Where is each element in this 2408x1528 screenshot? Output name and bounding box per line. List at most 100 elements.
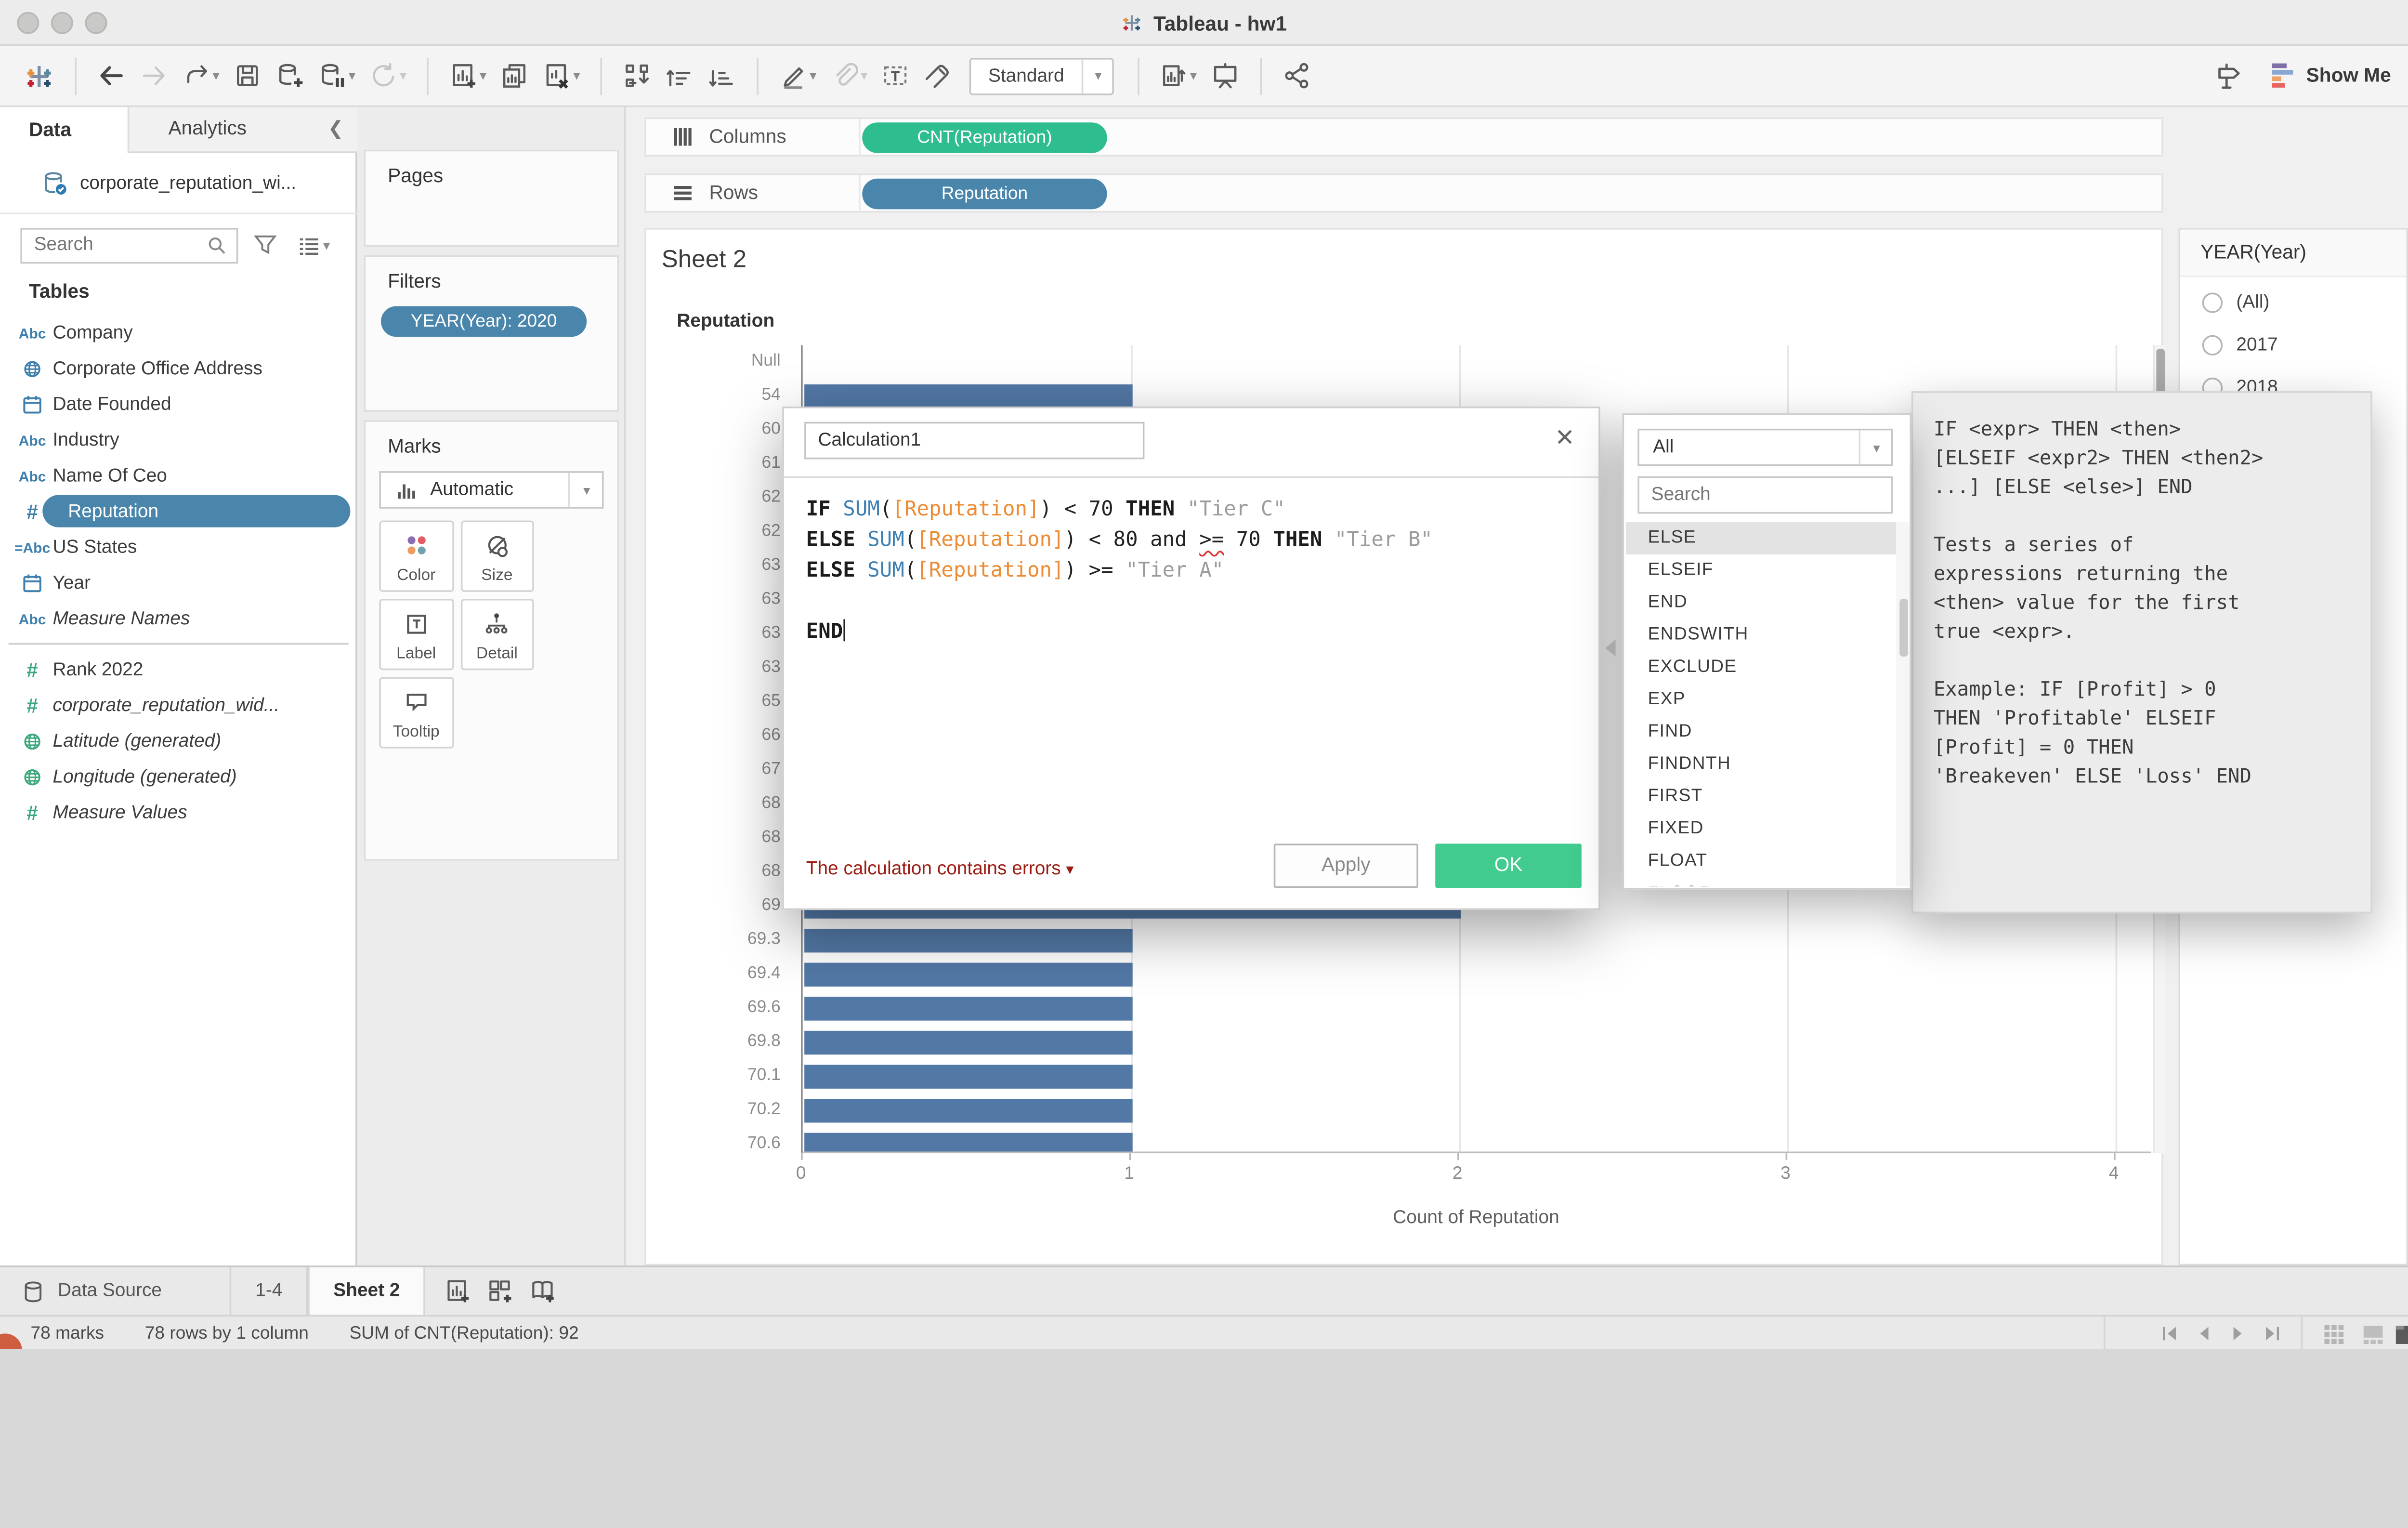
year-option-2017[interactable]: 2017 <box>2202 328 2407 362</box>
tab-data-source[interactable]: Data Source <box>0 1267 232 1315</box>
share-button[interactable] <box>1275 53 1318 98</box>
function-item-else[interactable]: ELSE <box>1625 522 1908 555</box>
pause-updates-button[interactable]: ▾ <box>311 53 362 98</box>
ok-button[interactable]: OK <box>1435 843 1582 888</box>
calculation-name-input[interactable] <box>804 422 1145 460</box>
function-search-input[interactable] <box>1637 476 1893 514</box>
radio-icon[interactable] <box>2202 292 2223 313</box>
fix-axes-button[interactable] <box>917 53 959 98</box>
function-item-elseif[interactable]: ELSEIF <box>1626 554 1908 587</box>
clear-sheet-button[interactable]: ▾ <box>536 53 587 98</box>
show-mark-labels-button[interactable]: T <box>874 53 916 98</box>
function-item-first[interactable]: FIRST <box>1626 781 1908 813</box>
function-scrollbar-thumb[interactable] <box>1898 598 1908 657</box>
bar-70.1[interactable] <box>804 1065 1133 1089</box>
field-item-measure-names[interactable]: Abc Measure Names <box>0 600 357 636</box>
fit-button[interactable]: ▾ <box>1152 53 1204 98</box>
highlight-button[interactable]: ▾ <box>772 53 823 98</box>
filters-card[interactable]: Filters YEAR(Year): 2020 <box>364 255 619 412</box>
view-size-dropdown[interactable]: Standard ▾ <box>969 57 1114 94</box>
sort-ascending-button[interactable] <box>658 53 701 98</box>
add-data-button[interactable] <box>269 53 311 98</box>
sheet-sorter-view-button[interactable] <box>2321 1321 2347 1346</box>
bar-69.6[interactable] <box>804 997 1133 1021</box>
function-category-dropdown[interactable]: All ▾ <box>1637 428 1893 466</box>
function-item-end[interactable]: END <box>1626 587 1908 619</box>
function-item-floor[interactable]: FLOOR <box>1626 878 1908 886</box>
field-search[interactable] <box>20 227 238 263</box>
field-item-corporate-office-address[interactable]: Corporate Office Address <box>0 350 357 386</box>
nav-next-button[interactable] <box>2226 1322 2250 1345</box>
formula-editor[interactable]: IF SUM([Reputation]) < 70 THEN "Tier C" E… <box>806 493 1582 646</box>
columns-pill-cnt-reputation[interactable]: CNT(Reputation) <box>862 121 1107 153</box>
marks-label-button[interactable]: Label <box>379 598 454 671</box>
marks-size-button[interactable]: Size <box>460 520 534 592</box>
field-item-us-states[interactable]: =Abc US States <box>0 529 357 565</box>
new-worksheet-tab-button[interactable] <box>444 1278 471 1304</box>
field-item-latitude-generated[interactable]: Latitude (generated) <box>0 723 357 759</box>
bar-69.3[interactable] <box>804 928 1133 953</box>
redo-button[interactable]: ▾ <box>175 53 226 98</box>
bar-69.4[interactable] <box>804 962 1133 987</box>
field-item-date-founded[interactable]: Date Founded <box>0 386 357 422</box>
forward-button[interactable] <box>132 53 175 98</box>
search-input[interactable] <box>22 235 204 255</box>
field-item-company[interactable]: Abc Company <box>0 315 357 350</box>
collapse-pane-icon[interactable]: ❮ <box>328 118 344 139</box>
filter-pill-year[interactable]: YEAR(Year): 2020 <box>380 306 587 337</box>
sort-descending-button[interactable] <box>701 53 743 98</box>
tab-data[interactable]: Data <box>0 107 128 153</box>
field-item-name-of-ceo[interactable]: Abc Name Of Ceo <box>0 458 357 493</box>
new-worksheet-button[interactable]: ▾ <box>442 53 493 98</box>
rows-shelf[interactable]: Rows Reputation <box>644 173 2163 213</box>
back-button[interactable] <box>90 53 132 98</box>
datasource-item[interactable]: corporate_reputation_wi... <box>0 153 357 214</box>
marks-color-button[interactable]: Color <box>379 520 454 592</box>
collapse-functions-icon[interactable] <box>1605 639 1616 657</box>
field-item-year[interactable]: Year <box>0 565 357 600</box>
field-item-corporate-reputation-wid[interactable]: # corporate_reputation_wid... <box>0 687 357 723</box>
run-updates-button[interactable]: ▾ <box>362 53 413 98</box>
format-button[interactable]: ▾ <box>823 53 874 98</box>
apply-button[interactable]: Apply <box>1273 843 1418 888</box>
save-button[interactable] <box>226 53 269 98</box>
swap-rows-columns-button[interactable] <box>616 53 658 98</box>
function-item-fixed[interactable]: FIXED <box>1626 813 1908 845</box>
presentation-mode-button[interactable] <box>1204 53 1246 98</box>
tooltip-mode-button[interactable] <box>2208 53 2252 98</box>
close-dialog-icon[interactable]: ✕ <box>1555 425 1574 449</box>
function-item-endswith[interactable]: ENDSWITH <box>1626 619 1908 651</box>
function-item-find[interactable]: FIND <box>1626 716 1908 749</box>
nav-first-button[interactable] <box>2158 1322 2182 1345</box>
tab-analytics[interactable]: Analytics <box>127 107 357 153</box>
function-item-findnth[interactable]: FINDNTH <box>1626 749 1908 781</box>
nav-last-button[interactable] <box>2260 1322 2284 1345</box>
rows-pill-reputation[interactable]: Reputation <box>862 177 1107 209</box>
year-option-all[interactable]: (All) <box>2202 286 2407 320</box>
function-list-scrollbar[interactable] <box>1896 522 1910 886</box>
view-as-list-icon[interactable]: ▾ <box>296 232 330 258</box>
new-dashboard-tab-button[interactable] <box>487 1278 514 1304</box>
filmstrip-view-button[interactable] <box>2360 1321 2386 1346</box>
tab-1-4[interactable]: 1-4 <box>232 1267 308 1315</box>
pages-card[interactable]: Pages <box>364 149 619 247</box>
field-item-reputation[interactable]: # Reputation <box>0 493 357 529</box>
marks-tooltip-button[interactable]: Tooltip <box>379 677 454 749</box>
function-item-exclude[interactable]: EXCLUDE <box>1626 651 1908 684</box>
function-item-float[interactable]: FLOAT <box>1626 845 1908 878</box>
field-item-longitude-generated[interactable]: Longitude (generated) <box>0 759 357 794</box>
bar-69.8[interactable] <box>804 1030 1133 1055</box>
bar-70.2[interactable] <box>804 1099 1133 1123</box>
marks-detail-button[interactable]: Detail <box>460 598 534 671</box>
columns-shelf[interactable]: Columns CNT(Reputation) <box>644 117 2163 157</box>
nav-prev-button[interactable] <box>2192 1322 2216 1345</box>
field-item-rank-2022[interactable]: # Rank 2022 <box>0 651 357 687</box>
duplicate-button[interactable] <box>493 53 536 98</box>
mark-type-dropdown[interactable]: Automatic ▾ <box>379 471 604 509</box>
bar-54[interactable] <box>804 384 1133 408</box>
field-item-industry[interactable]: Abc Industry <box>0 422 357 458</box>
show-me-button[interactable]: Show Me <box>2269 61 2391 90</box>
field-item-measure-values[interactable]: # Measure Values <box>0 794 357 830</box>
function-item-exp[interactable]: EXP <box>1626 684 1908 716</box>
bar-70.6[interactable] <box>804 1133 1133 1152</box>
